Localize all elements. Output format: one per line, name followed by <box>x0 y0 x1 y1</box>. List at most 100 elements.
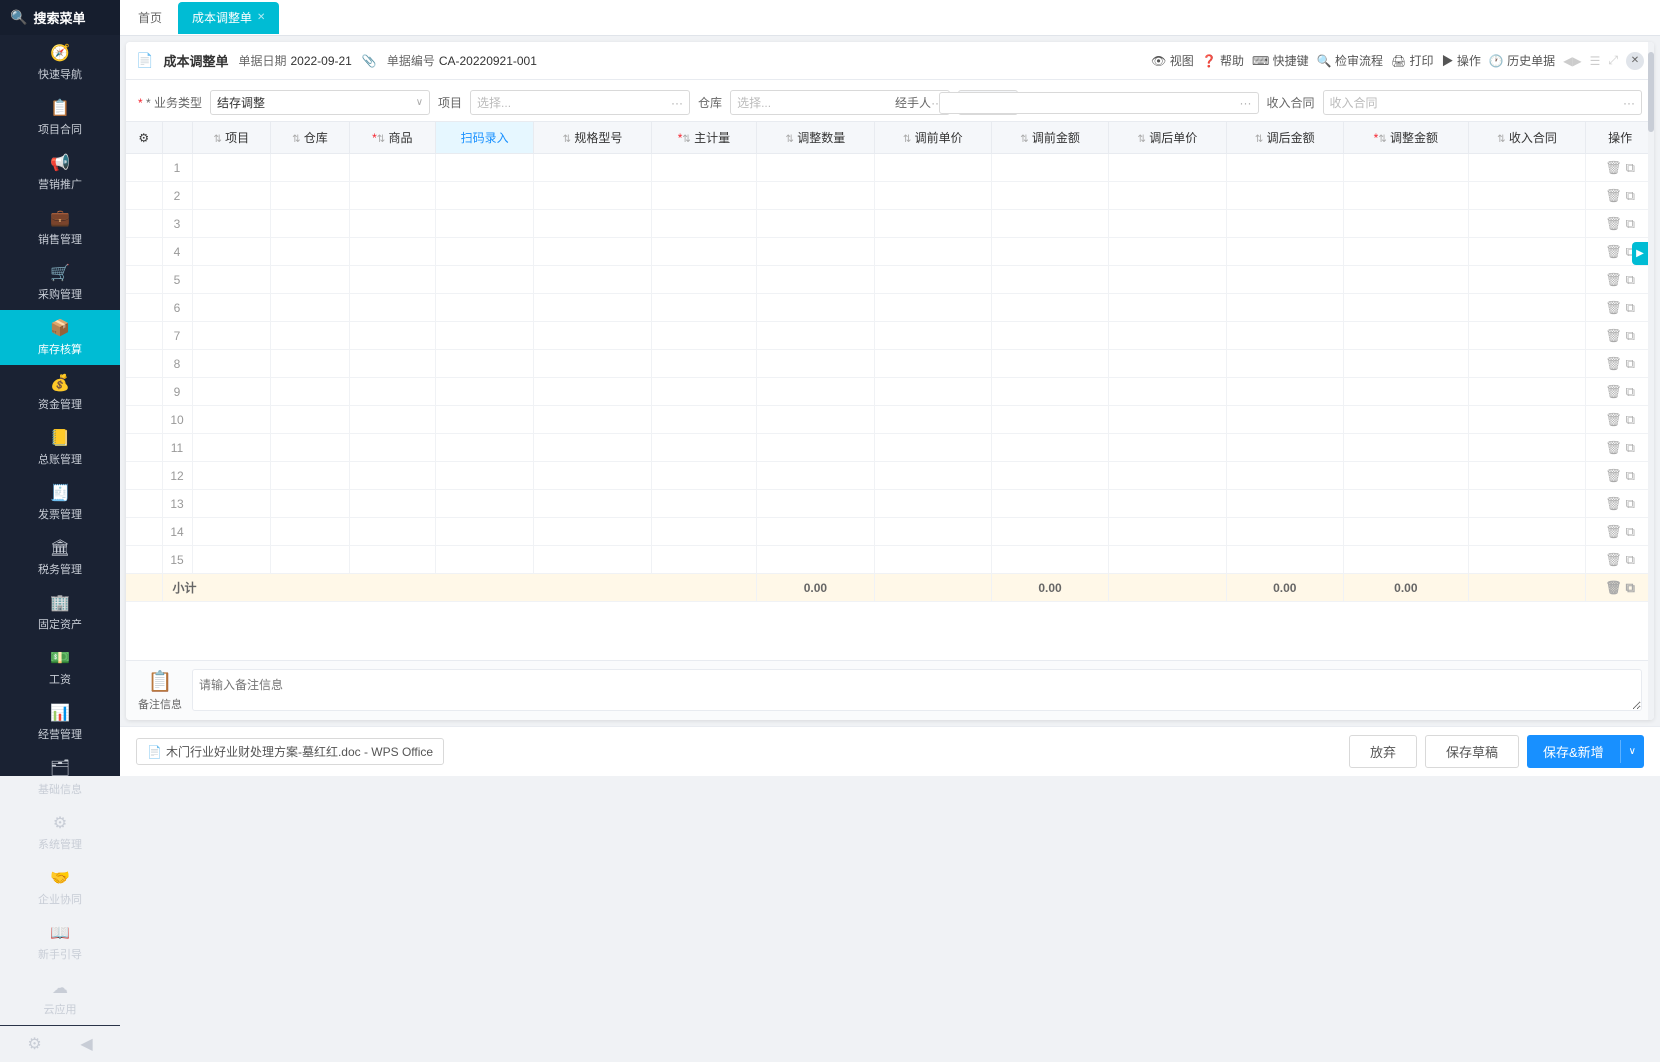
row-adj-amount[interactable] <box>1343 266 1468 294</box>
row-post-amount[interactable] <box>1226 378 1343 406</box>
row-income-contract[interactable] <box>1468 294 1585 322</box>
row-income-contract[interactable] <box>1468 350 1585 378</box>
row-post-price[interactable] <box>1109 434 1226 462</box>
row-adj-amount[interactable] <box>1343 322 1468 350</box>
row-income-contract[interactable] <box>1468 518 1585 546</box>
row-copy-icon[interactable]: ⧉ <box>1626 356 1635 372</box>
row-post-price[interactable] <box>1109 546 1226 574</box>
shortcut-action[interactable]: ⌨ 快捷键 <box>1252 52 1309 69</box>
row-spec[interactable] <box>534 546 651 574</box>
row-post-amount[interactable] <box>1226 350 1343 378</box>
row-project[interactable] <box>192 406 271 434</box>
row-spec[interactable] <box>534 210 651 238</box>
sidebar-item-new-guide[interactable]: 📖 新手引导 <box>0 915 120 970</box>
row-copy-icon[interactable]: ⧉ <box>1626 300 1635 316</box>
row-project[interactable] <box>192 462 271 490</box>
row-post-amount[interactable] <box>1226 462 1343 490</box>
row-pre-price[interactable] <box>874 350 991 378</box>
col-unit[interactable]: *⇅ 主计量 <box>651 122 757 154</box>
row-adj-amount[interactable] <box>1343 238 1468 266</box>
row-project[interactable] <box>192 378 271 406</box>
row-adj-qty[interactable] <box>757 182 874 210</box>
row-product[interactable] <box>349 322 435 350</box>
row-post-amount[interactable] <box>1226 518 1343 546</box>
row-pre-amount[interactable] <box>991 378 1108 406</box>
taskbar-wps-item[interactable]: 📄 木门行业好业财处理方案-墓红红.doc - WPS Office <box>136 738 444 765</box>
row-copy-icon[interactable]: ⧉ <box>1626 496 1635 512</box>
row-pre-amount[interactable] <box>991 462 1108 490</box>
row-warehouse[interactable] <box>271 210 350 238</box>
row-delete-icon[interactable]: 🗑 <box>1605 468 1622 484</box>
row-pre-price[interactable] <box>874 182 991 210</box>
review-action[interactable]: 🔍 检审流程 <box>1317 52 1383 69</box>
row-project[interactable] <box>192 546 271 574</box>
project-input[interactable]: 选择... ··· <box>470 90 690 115</box>
row-pre-amount[interactable] <box>991 182 1108 210</box>
row-income-contract[interactable] <box>1468 378 1585 406</box>
row-warehouse[interactable] <box>271 266 350 294</box>
row-delete-icon[interactable]: 🗑 <box>1605 272 1622 288</box>
row-post-amount[interactable] <box>1226 266 1343 294</box>
scrollbar-thumb[interactable] <box>1648 52 1654 132</box>
row-scan[interactable] <box>435 462 533 490</box>
row-income-contract[interactable] <box>1468 406 1585 434</box>
row-project[interactable] <box>192 434 271 462</box>
row-pre-price[interactable] <box>874 210 991 238</box>
row-project[interactable] <box>192 154 271 182</box>
print-action[interactable]: 🖨 打印 <box>1391 52 1434 69</box>
row-copy-icon[interactable]: ⧉ <box>1626 216 1635 232</box>
row-adj-qty[interactable] <box>757 210 874 238</box>
settings-bottom-icon[interactable]: ⚙ <box>27 1034 41 1054</box>
row-income-contract[interactable] <box>1468 182 1585 210</box>
row-product[interactable] <box>349 462 435 490</box>
row-copy-icon[interactable]: ⧉ <box>1626 384 1635 400</box>
row-copy-icon[interactable]: ⧉ <box>1626 272 1635 288</box>
row-warehouse[interactable] <box>271 294 350 322</box>
row-spec[interactable] <box>534 378 651 406</box>
row-pre-amount[interactable] <box>991 322 1108 350</box>
row-post-amount[interactable] <box>1226 210 1343 238</box>
col-adj-amount[interactable]: *⇅ 调整金额 <box>1343 122 1468 154</box>
row-scan[interactable] <box>435 266 533 294</box>
row-post-amount[interactable] <box>1226 294 1343 322</box>
row-post-price[interactable] <box>1109 378 1226 406</box>
row-copy-icon[interactable]: ⧉ <box>1626 524 1635 540</box>
row-product[interactable] <box>349 546 435 574</box>
row-adj-amount[interactable] <box>1343 406 1468 434</box>
row-product[interactable] <box>349 490 435 518</box>
row-adj-amount[interactable] <box>1343 350 1468 378</box>
row-warehouse[interactable] <box>271 378 350 406</box>
row-product[interactable] <box>349 406 435 434</box>
row-warehouse[interactable] <box>271 434 350 462</box>
row-product[interactable] <box>349 518 435 546</box>
row-warehouse[interactable] <box>271 518 350 546</box>
row-post-amount[interactable] <box>1226 406 1343 434</box>
col-settings[interactable]: ⚙ <box>126 122 162 154</box>
row-pre-amount[interactable] <box>991 434 1108 462</box>
row-unit[interactable] <box>651 266 757 294</box>
tab-home[interactable]: 首页 <box>124 2 176 34</box>
row-income-contract[interactable] <box>1468 546 1585 574</box>
row-pre-price[interactable] <box>874 406 991 434</box>
row-scan[interactable] <box>435 518 533 546</box>
row-scan[interactable] <box>435 378 533 406</box>
row-spec[interactable] <box>534 406 651 434</box>
row-project[interactable] <box>192 322 271 350</box>
row-copy-icon[interactable]: ⧉ <box>1626 412 1635 428</box>
row-warehouse[interactable] <box>271 490 350 518</box>
row-copy-icon[interactable]: ⧉ <box>1626 468 1635 484</box>
discard-button[interactable]: 放弃 <box>1349 735 1417 768</box>
save-new-arrow[interactable]: ∨ <box>1620 740 1644 763</box>
row-warehouse[interactable] <box>271 462 350 490</box>
row-adj-amount[interactable] <box>1343 210 1468 238</box>
row-delete-icon[interactable]: 🗑 <box>1605 216 1622 232</box>
row-adj-amount[interactable] <box>1343 546 1468 574</box>
row-adj-amount[interactable] <box>1343 294 1468 322</box>
col-warehouse[interactable]: ⇅ 仓库 <box>271 122 350 154</box>
row-post-amount[interactable] <box>1226 546 1343 574</box>
row-adj-qty[interactable] <box>757 266 874 294</box>
row-unit[interactable] <box>651 378 757 406</box>
row-product[interactable] <box>349 378 435 406</box>
col-pre-price[interactable]: ⇅ 调前单价 <box>874 122 991 154</box>
row-adj-qty[interactable] <box>757 518 874 546</box>
